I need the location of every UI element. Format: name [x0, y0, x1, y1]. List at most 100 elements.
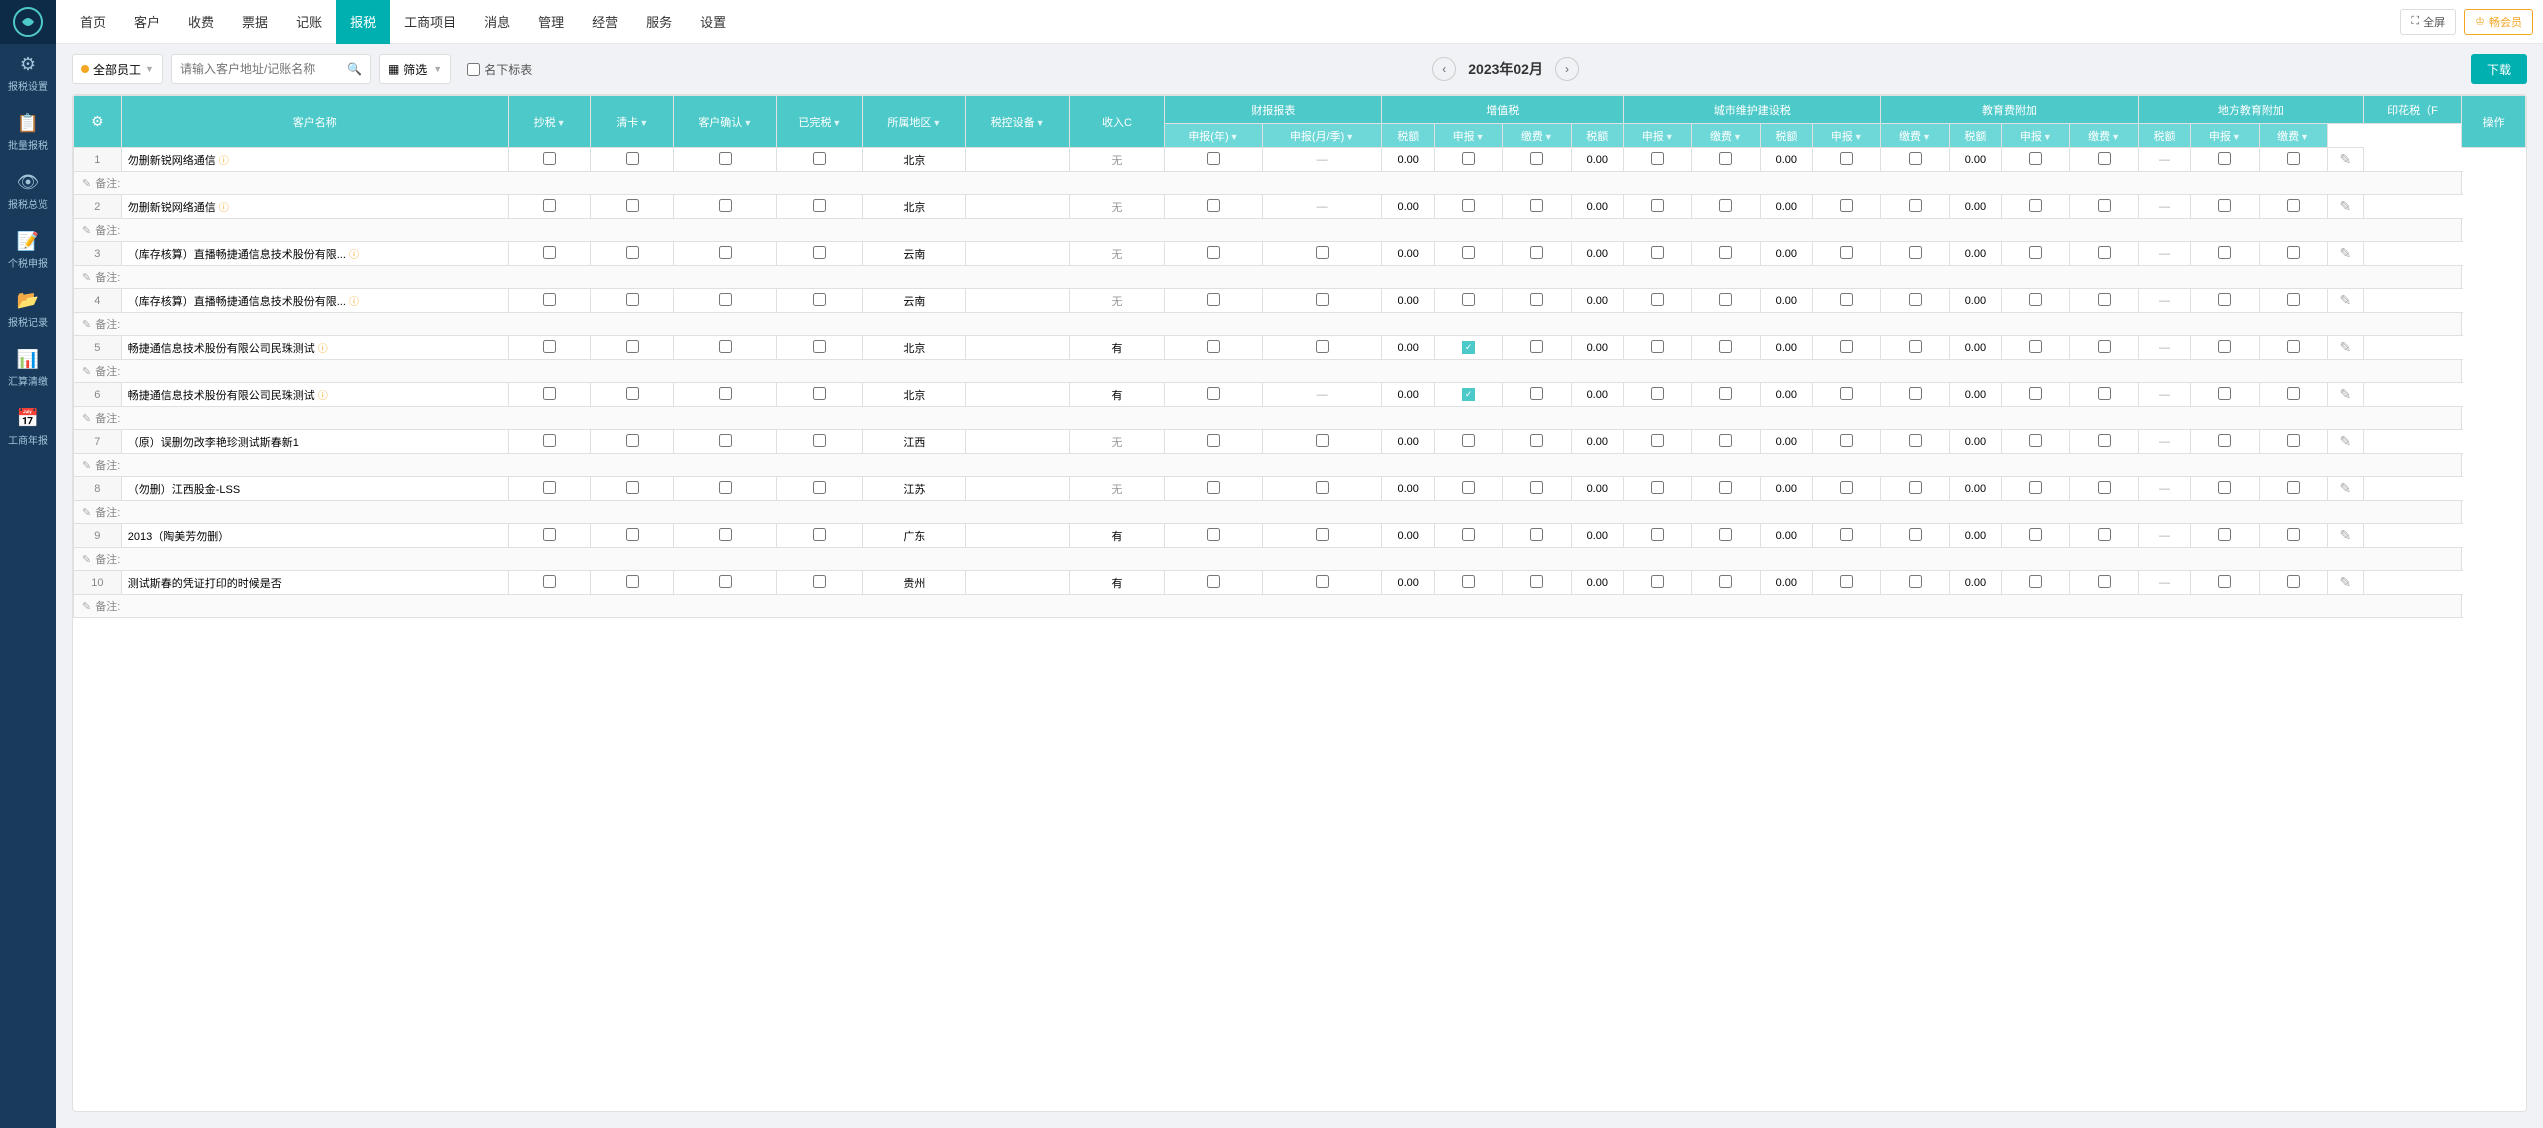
chengshi-paid-cell[interactable] [1692, 571, 1760, 595]
edit-button[interactable]: ✎ [2339, 151, 2351, 168]
paid-checkbox[interactable] [813, 246, 826, 259]
copy-tax-checkbox[interactable] [543, 246, 556, 259]
edit-remark-icon[interactable]: ✎ [82, 460, 91, 472]
jiaoyu-paid-checkbox[interactable] [1909, 575, 1922, 588]
difang-paid-cell[interactable] [2070, 195, 2138, 219]
zengzhi-declared-checkbox[interactable] [1462, 199, 1475, 212]
edit-cell[interactable]: ✎ [2327, 571, 2363, 595]
chengshi-declared-checkbox[interactable] [1651, 481, 1664, 494]
paid-cell[interactable] [777, 477, 863, 501]
confirm-checkbox[interactable] [719, 340, 732, 353]
zengzhi-paid-checkbox[interactable] [1530, 152, 1543, 165]
confirm-checkbox[interactable] [719, 387, 732, 400]
nav-item-管理[interactable]: 管理 [524, 0, 578, 44]
paid-cell[interactable] [777, 195, 863, 219]
difang-declared-cell[interactable] [2002, 430, 2070, 454]
chengshi-paid-cell[interactable] [1692, 430, 1760, 454]
difang-paid-checkbox[interactable] [2098, 387, 2111, 400]
nav-item-设置[interactable]: 设置 [686, 0, 740, 44]
difang-paid-checkbox[interactable] [2098, 575, 2111, 588]
difang-declared-checkbox[interactable] [2029, 528, 2042, 541]
copy-tax-cell[interactable] [508, 336, 591, 360]
zengzhi-declared-checkbox[interactable] [1462, 575, 1475, 588]
chengshi-declared-cell[interactable] [1624, 477, 1692, 501]
difang-declared-checkbox[interactable] [2029, 434, 2042, 447]
nav-item-服务[interactable]: 服务 [632, 0, 686, 44]
difang-paid-checkbox[interactable] [2098, 293, 2111, 306]
yinhua-declared-checkbox[interactable] [2218, 293, 2231, 306]
jiaoyu-declared-checkbox[interactable] [1840, 152, 1853, 165]
zengzhi-declared-cell[interactable] [1434, 195, 1502, 219]
edit-button[interactable]: ✎ [2339, 386, 2351, 403]
zengzhi-declared-cell[interactable] [1434, 289, 1502, 313]
confirm-checkbox[interactable] [719, 481, 732, 494]
zengzhi-paid-checkbox[interactable] [1530, 340, 1543, 353]
yinhua-paid-checkbox[interactable] [2287, 434, 2300, 447]
copy-tax-checkbox[interactable] [543, 340, 556, 353]
zengzhi-paid-cell[interactable] [1503, 430, 1571, 454]
yinhua-declared-cell[interactable] [2191, 195, 2259, 219]
edit-remark-icon[interactable]: ✎ [82, 272, 91, 284]
yinhua-declared-checkbox[interactable] [2218, 481, 2231, 494]
edit-cell[interactable]: ✎ [2327, 477, 2363, 501]
chengshi-paid-checkbox[interactable] [1719, 199, 1732, 212]
sidebar-item-0[interactable]: ⚙报税设置 [4, 44, 52, 103]
jiaoyu-declared-cell[interactable] [1813, 430, 1881, 454]
zengzhi-paid-checkbox[interactable] [1530, 387, 1543, 400]
yinhua-paid-checkbox[interactable] [2287, 152, 2300, 165]
jiaoyu-declared-checkbox[interactable] [1840, 575, 1853, 588]
edit-button[interactable]: ✎ [2339, 292, 2351, 309]
jiaoyu-declared-checkbox[interactable] [1840, 246, 1853, 259]
confirm-cell[interactable] [674, 571, 777, 595]
edit-cell[interactable]: ✎ [2327, 242, 2363, 266]
zengzhi-paid-checkbox[interactable] [1530, 434, 1543, 447]
confirm-cell[interactable] [674, 289, 777, 313]
jiaoyu-declared-checkbox[interactable] [1840, 199, 1853, 212]
jiaoyu-declared-cell[interactable] [1813, 477, 1881, 501]
edit-button[interactable]: ✎ [2339, 574, 2351, 591]
gear-icon[interactable]: ⚙ [91, 113, 104, 129]
download-button[interactable]: 下载 [2471, 54, 2527, 84]
paid-checkbox[interactable] [813, 152, 826, 165]
jiaoyu-declared-cell[interactable] [1813, 148, 1881, 172]
difang-paid-checkbox[interactable] [2098, 434, 2111, 447]
paid-checkbox[interactable] [813, 387, 826, 400]
zengzhi-paid-cell[interactable] [1503, 524, 1571, 548]
confirm-checkbox[interactable] [719, 152, 732, 165]
difang-declared-cell[interactable] [2002, 477, 2070, 501]
clear-card-cell[interactable] [591, 195, 674, 219]
difang-declared-cell[interactable] [2002, 524, 2070, 548]
chengshi-declared-cell[interactable] [1624, 242, 1692, 266]
clear-card-cell[interactable] [591, 336, 674, 360]
fullscreen-button[interactable]: ⛶ 全屏 [2400, 9, 2456, 35]
chengshi-declared-cell[interactable] [1624, 383, 1692, 407]
sidebar-item-3[interactable]: 📝个税申报 [4, 221, 52, 280]
declared-month-checkbox[interactable] [1316, 340, 1329, 353]
jiaoyu-declared-cell[interactable] [1813, 383, 1881, 407]
yinhua-declared-checkbox[interactable] [2218, 575, 2231, 588]
declared-year-checkbox[interactable] [1207, 293, 1220, 306]
difang-declared-checkbox[interactable] [2029, 340, 2042, 353]
difang-paid-checkbox[interactable] [2098, 528, 2111, 541]
zengzhi-declared-cell[interactable] [1434, 430, 1502, 454]
edit-cell[interactable]: ✎ [2327, 289, 2363, 313]
yinhua-paid-cell[interactable] [2259, 289, 2327, 313]
jiaoyu-declared-cell[interactable] [1813, 336, 1881, 360]
paid-cell[interactable] [777, 524, 863, 548]
jiaoyu-declared-checkbox[interactable] [1840, 293, 1853, 306]
sidebar-item-4[interactable]: 📂报税记录 [4, 280, 52, 339]
zengzhi-declared-cell[interactable] [1434, 477, 1502, 501]
confirm-cell[interactable] [674, 242, 777, 266]
yinhua-paid-checkbox[interactable] [2287, 340, 2300, 353]
yinhua-paid-cell[interactable] [2259, 195, 2327, 219]
difang-declared-cell[interactable] [2002, 289, 2070, 313]
yinhua-declared-cell[interactable] [2191, 477, 2259, 501]
chengshi-paid-checkbox[interactable] [1719, 152, 1732, 165]
nav-item-经营[interactable]: 经营 [578, 0, 632, 44]
paid-cell[interactable] [777, 242, 863, 266]
copy-tax-checkbox[interactable] [543, 481, 556, 494]
zengzhi-declared-checkbox[interactable] [1462, 528, 1475, 541]
yinhua-paid-cell[interactable] [2259, 148, 2327, 172]
jiaoyu-paid-checkbox[interactable] [1909, 152, 1922, 165]
edit-button[interactable]: ✎ [2339, 527, 2351, 544]
